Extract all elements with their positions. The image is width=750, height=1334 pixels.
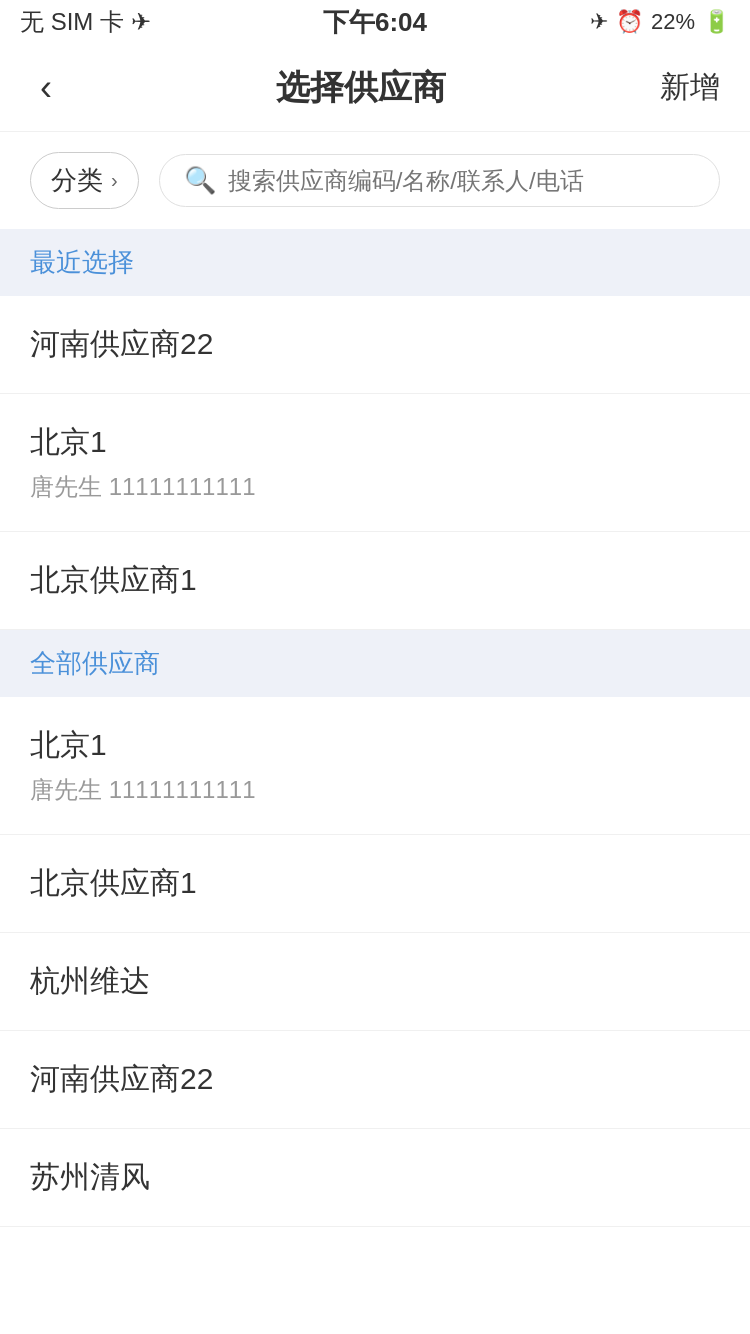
all-section-label: 全部供应商	[30, 648, 160, 678]
item-sub: 唐先生 11111111111	[30, 471, 720, 503]
status-bar: 无 SIM 卡 ✈ 下午6:04 ✈ ⏰ 22% 🔋	[0, 0, 750, 44]
item-name: 北京1	[30, 422, 720, 463]
location-icon: ✈	[590, 9, 608, 35]
battery-label: 22%	[651, 9, 695, 35]
search-icon: 🔍	[184, 165, 216, 196]
list-item[interactable]: 北京供应商1	[0, 835, 750, 933]
list-item[interactable]: 苏州清风	[0, 1129, 750, 1227]
status-right: ✈ ⏰ 22% 🔋	[590, 9, 730, 35]
recent-items-list: 河南供应商22 北京1 唐先生 11111111111 北京供应商1	[0, 296, 750, 630]
list-item[interactable]: 北京1 唐先生 11111111111	[0, 697, 750, 835]
battery-icon: 🔋	[703, 9, 730, 35]
all-items-list: 北京1 唐先生 11111111111 北京供应商1 杭州维达河南供应商22 苏州清风	[0, 697, 750, 1227]
search-box: 🔍	[159, 154, 720, 207]
item-name: 苏州清风	[30, 1157, 720, 1198]
nav-title: 选择供应商	[276, 65, 446, 111]
item-sub: 唐先生 11111111111	[30, 774, 720, 806]
alarm-icon: ⏰	[616, 9, 643, 35]
filter-row: 分类 › 🔍	[0, 132, 750, 229]
search-input[interactable]	[228, 167, 695, 195]
item-name: 河南供应商22	[30, 1059, 720, 1100]
category-button[interactable]: 分类 ›	[30, 152, 139, 209]
recent-section-label: 最近选择	[30, 247, 134, 277]
list-item[interactable]: 河南供应商22	[0, 1031, 750, 1129]
all-section-header: 全部供应商	[0, 630, 750, 697]
list-item[interactable]: 杭州维达	[0, 933, 750, 1031]
list-item[interactable]: 北京1 唐先生 11111111111	[0, 394, 750, 532]
item-name: 杭州维达	[30, 961, 720, 1002]
back-button[interactable]: ‹	[30, 57, 62, 119]
add-button[interactable]: 新增	[660, 67, 720, 108]
category-label: 分类	[51, 163, 103, 198]
status-time: 下午6:04	[323, 5, 427, 40]
item-name: 北京供应商1	[30, 560, 720, 601]
item-name: 北京供应商1	[30, 863, 720, 904]
nav-bar: ‹ 选择供应商 新增	[0, 44, 750, 132]
list-item[interactable]: 河南供应商22	[0, 296, 750, 394]
status-left: 无 SIM 卡 ✈	[20, 6, 151, 38]
no-sim-label: 无 SIM 卡 ✈	[20, 6, 151, 38]
recent-section-header: 最近选择	[0, 229, 750, 296]
item-name: 河南供应商22	[30, 324, 720, 365]
list-item[interactable]: 北京供应商1	[0, 532, 750, 630]
item-name: 北京1	[30, 725, 720, 766]
chevron-right-icon: ›	[111, 169, 118, 192]
